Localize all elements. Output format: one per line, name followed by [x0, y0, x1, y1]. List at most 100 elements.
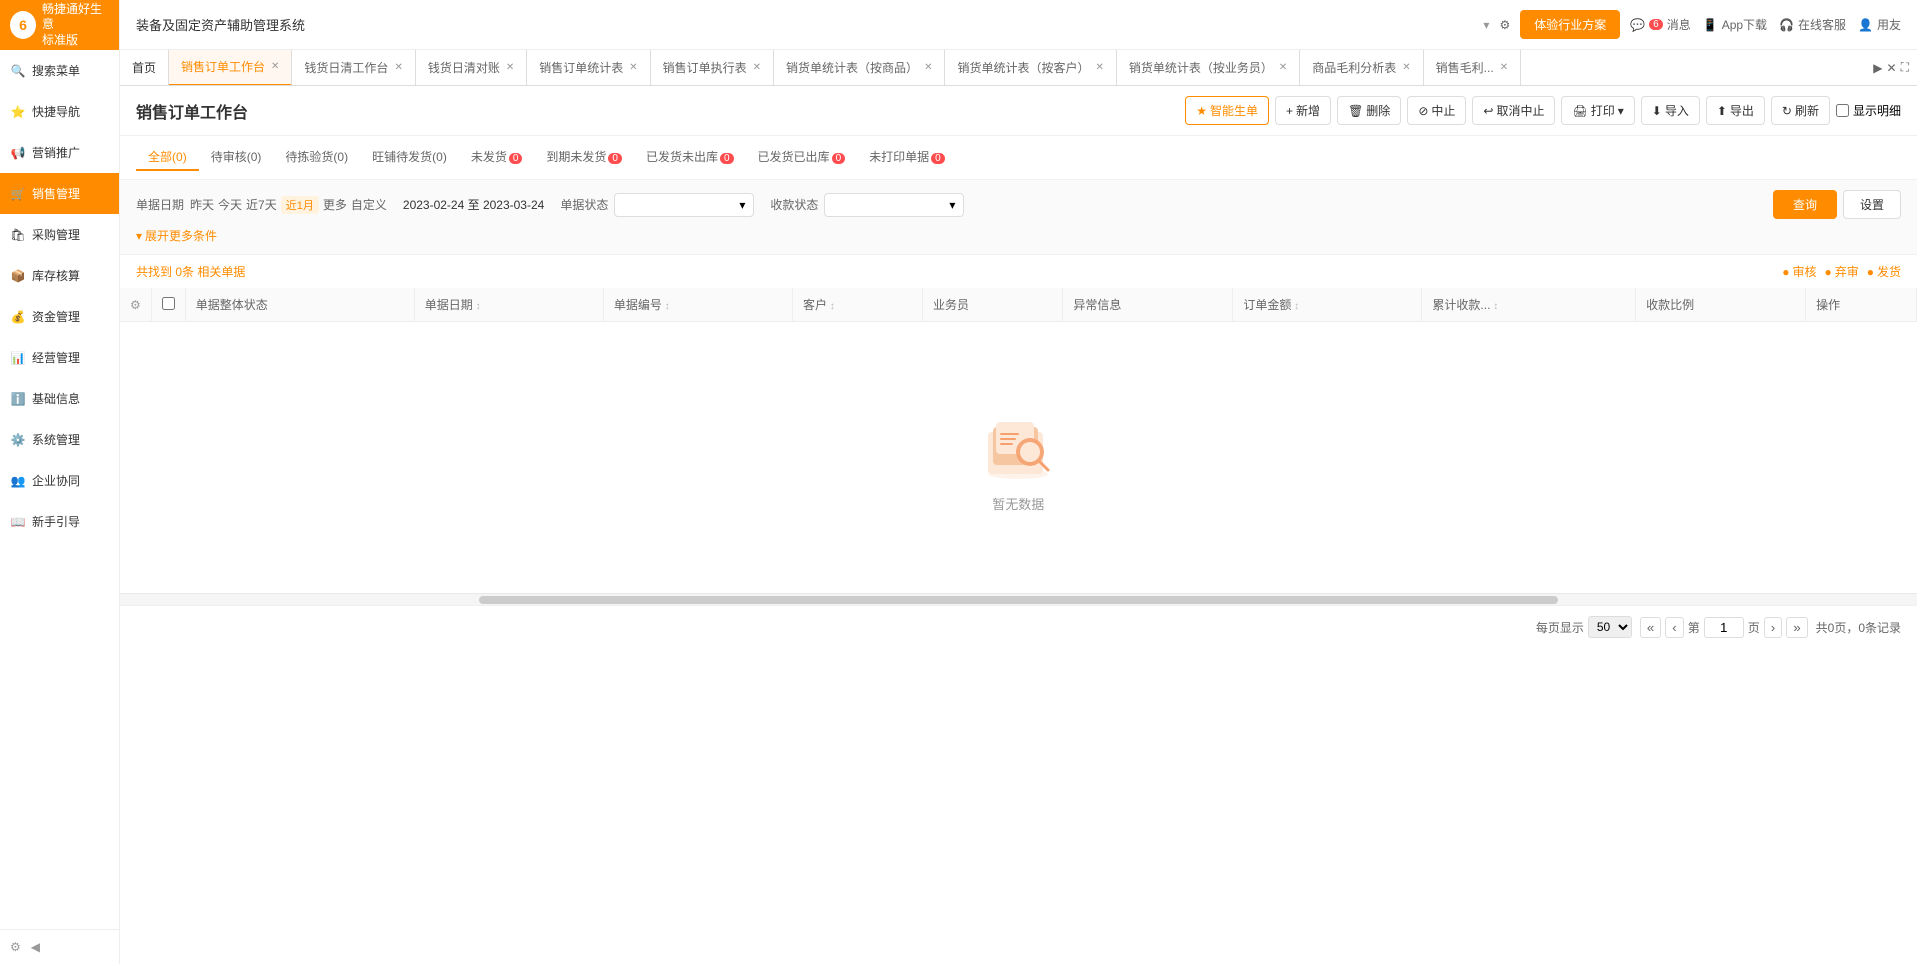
- filter-tab-not-printed[interactable]: 未打印单据0: [857, 144, 957, 171]
- payment-dropdown-icon: ▾: [949, 198, 955, 212]
- add-btn[interactable]: + 新增: [1275, 96, 1331, 125]
- collapse-icon[interactable]: ◀: [31, 940, 40, 954]
- col-number[interactable]: 单据编号: [603, 288, 792, 322]
- col-amount[interactable]: 订单金额: [1233, 288, 1422, 322]
- pagination: 每页显示 50 « ‹ 第 页 › » 共0页，0条记录: [120, 605, 1917, 648]
- filter-tab-shipped-out[interactable]: 已发货已出库0: [746, 144, 858, 171]
- ship-action-btn[interactable]: ● 发货: [1867, 263, 1901, 280]
- smart-create-btn[interactable]: ★ 智能生单: [1185, 96, 1269, 125]
- review-action-btn[interactable]: ● 审核: [1782, 263, 1816, 280]
- filter-tab-not-shipped[interactable]: 未发货0: [459, 144, 535, 171]
- tab-ship-by-salesperson[interactable]: 销货单统计表（按业务员） ✕: [1117, 50, 1300, 86]
- refresh-btn[interactable]: ↻ 刷新: [1771, 96, 1830, 125]
- sidebar-item-inventory[interactable]: 📦 库存核算: [0, 255, 119, 296]
- tab-sales-order-workbench[interactable]: 销售订单工作台 ✕: [169, 50, 292, 86]
- show-detail-checkbox[interactable]: [1836, 104, 1849, 117]
- col-customer[interactable]: 客户: [792, 288, 922, 322]
- tab-close-4[interactable]: ✕: [629, 62, 637, 73]
- col-settings[interactable]: ⚙: [120, 288, 151, 322]
- shortcut-today[interactable]: 今天: [218, 196, 242, 213]
- tab-sales-margin[interactable]: 销售毛利... ✕: [1424, 50, 1521, 86]
- tab-home[interactable]: 首页: [120, 50, 169, 86]
- tab-overflow-icon[interactable]: ▶: [1873, 61, 1882, 75]
- query-btn[interactable]: 查询: [1773, 190, 1837, 219]
- sidebar-item-search[interactable]: 🔍 搜索菜单: [0, 50, 119, 91]
- sidebar-item-guide[interactable]: 📖 新手引导: [0, 501, 119, 542]
- tab-close-10[interactable]: ✕: [1500, 62, 1508, 73]
- prev-page-btn[interactable]: ‹: [1665, 617, 1683, 638]
- col-checkbox[interactable]: [151, 288, 185, 322]
- filter-tab-all[interactable]: 全部(0): [136, 144, 199, 171]
- tab-ship-by-customer[interactable]: 销货单统计表（按客户） ✕: [945, 50, 1116, 86]
- app-download-item[interactable]: 📱 App下载: [1703, 16, 1767, 33]
- delete-btn[interactable]: 🗑 删除: [1337, 96, 1401, 125]
- content-area: 销售订单工作台 ★ 智能生单 + 新增 🗑 删除 ⊘: [120, 86, 1917, 964]
- tab-product-margin[interactable]: 商品毛利分析表 ✕: [1300, 50, 1423, 86]
- next-page-btn[interactable]: ›: [1764, 617, 1782, 638]
- tab-close-8[interactable]: ✕: [1279, 62, 1287, 73]
- tab-daily-clear-reconcile[interactable]: 钱货日清对账 ✕: [416, 50, 527, 86]
- tab-sales-stats[interactable]: 销售订单统计表 ✕: [527, 50, 650, 86]
- filter-tab-shipped-not-out[interactable]: 已发货未出库0: [634, 144, 746, 171]
- print-btn[interactable]: 🖨 打印 ▾: [1561, 96, 1634, 125]
- tab-close-5[interactable]: ✕: [753, 62, 761, 73]
- tab-close-all-icon[interactable]: ✕: [1887, 61, 1897, 75]
- shortcut-1month[interactable]: 近1月: [281, 196, 319, 214]
- tab-close-7[interactable]: ✕: [1095, 62, 1103, 73]
- tab-close-2[interactable]: ✕: [394, 62, 402, 73]
- shortcut-custom[interactable]: 自定义: [351, 196, 387, 213]
- shortcut-7days[interactable]: 近7天: [246, 196, 277, 213]
- col-date[interactable]: 单据日期: [414, 288, 603, 322]
- status-select[interactable]: ▾: [614, 193, 754, 217]
- shortcut-yesterday[interactable]: 昨天: [190, 196, 214, 213]
- dropdown-arrow-icon[interactable]: ▾: [1483, 18, 1489, 32]
- show-detail-label[interactable]: 显示明细: [1836, 102, 1901, 119]
- unreview-action-btn[interactable]: ● 弃审: [1824, 263, 1858, 280]
- cancel-stop-icon: ↩: [1483, 104, 1493, 118]
- sidebar-item-system[interactable]: ⚙️ 系统管理: [0, 419, 119, 460]
- tab-fullscreen-icon[interactable]: ⛶: [1901, 60, 1909, 75]
- last-page-btn[interactable]: »: [1786, 617, 1807, 638]
- sidebar-item-cooperation[interactable]: 👥 企业协同: [0, 460, 119, 501]
- import-btn[interactable]: ⬇ 导入: [1641, 96, 1700, 125]
- tab-ship-by-product[interactable]: 销货单统计表（按商品） ✕: [774, 50, 945, 86]
- shortcut-more[interactable]: 更多: [323, 196, 347, 213]
- filter-tab-overdue-not-shipped[interactable]: 到期未发货0: [534, 144, 634, 171]
- tab-close-3[interactable]: ✕: [506, 62, 514, 73]
- settings-bottom-icon[interactable]: ⚙: [10, 940, 21, 954]
- col-collected[interactable]: 累计收款...: [1422, 288, 1636, 322]
- tab-close-1[interactable]: ✕: [271, 61, 279, 72]
- sidebar-item-purchase[interactable]: 🛍 采购管理: [0, 214, 119, 255]
- filter-tab-pending-check[interactable]: 待拣验货(0): [273, 144, 360, 171]
- sidebar-item-quicknav[interactable]: ⭐ 快捷导航: [0, 91, 119, 132]
- page-size-dropdown[interactable]: 50: [1588, 616, 1632, 638]
- sidebar-item-finance[interactable]: 💰 资金管理: [0, 296, 119, 337]
- tab-close-6[interactable]: ✕: [924, 62, 932, 73]
- set-btn[interactable]: 设置: [1843, 190, 1901, 219]
- sidebar-item-marketing[interactable]: 📢 营销推广: [0, 132, 119, 173]
- select-all-checkbox[interactable]: [162, 297, 175, 310]
- expand-more-btn[interactable]: ▾ 展开更多条件: [136, 227, 217, 244]
- page-title: 销售订单工作台: [136, 99, 248, 123]
- sidebar-item-sales[interactable]: 🛒 销售管理: [0, 173, 119, 214]
- tab-daily-clear-workbench[interactable]: 钱货日清工作台 ✕: [292, 50, 415, 86]
- payment-select[interactable]: ▾: [824, 193, 964, 217]
- tab-close-9[interactable]: ✕: [1402, 62, 1410, 73]
- horizontal-scrollbar[interactable]: [120, 593, 1917, 605]
- export-btn[interactable]: ⬆ 导出: [1706, 96, 1765, 125]
- industry-btn[interactable]: 体验行业方案: [1520, 10, 1620, 39]
- user-item[interactable]: 👤 用友: [1858, 16, 1901, 33]
- sidebar-item-operations[interactable]: 📊 经营管理: [0, 337, 119, 378]
- filter-tab-pending-review[interactable]: 待审核(0): [199, 144, 274, 171]
- settings-header-icon[interactable]: ⚙: [1499, 18, 1510, 32]
- sidebar-item-basic-info[interactable]: ℹ️ 基础信息: [0, 378, 119, 419]
- tab-sales-exec[interactable]: 销售订单执行表 ✕: [651, 50, 774, 86]
- first-page-btn[interactable]: «: [1640, 617, 1661, 638]
- page-number-input[interactable]: [1704, 617, 1744, 638]
- message-item[interactable]: 💬 6 消息: [1630, 16, 1691, 33]
- stop-btn[interactable]: ⊘ 中止: [1407, 96, 1466, 125]
- filter-tab-wangpu-ship[interactable]: 旺铺待发货(0): [360, 144, 459, 171]
- online-service-item[interactable]: 🎧 在线客服: [1779, 16, 1846, 33]
- cancel-stop-btn[interactable]: ↩ 取消中止: [1472, 96, 1555, 125]
- scroll-thumb[interactable]: [479, 596, 1557, 604]
